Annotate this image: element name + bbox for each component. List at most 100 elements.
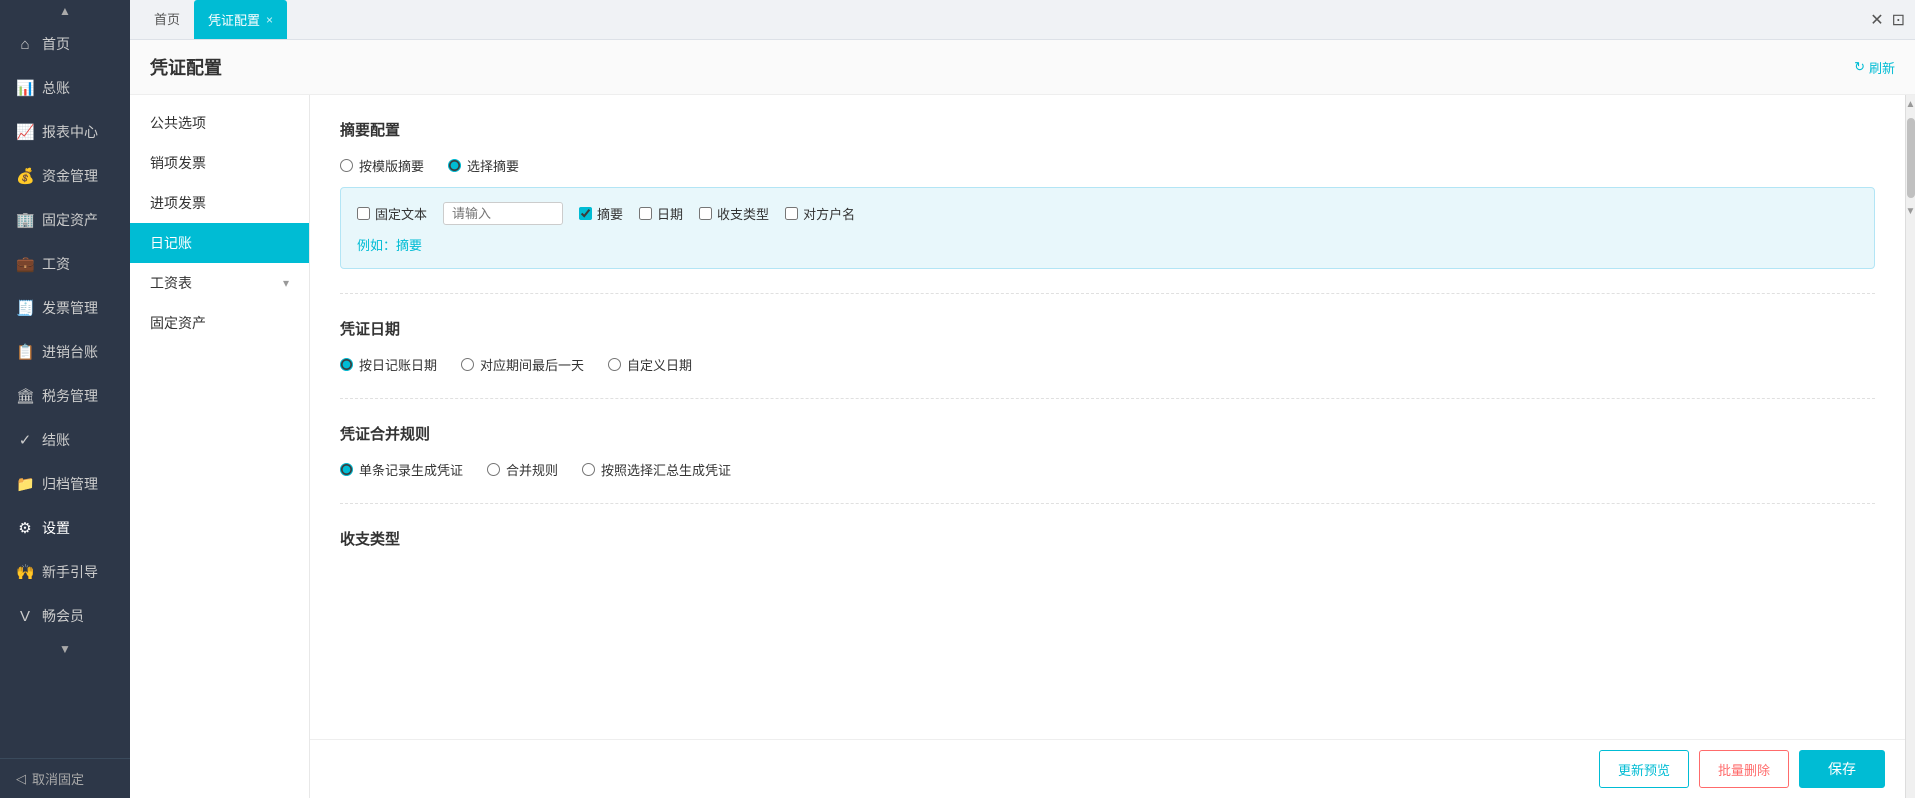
checkbox-fixed-text[interactable]: 固定文本 (357, 204, 427, 223)
checkbox-income-type[interactable]: 收支类型 (699, 204, 769, 223)
summary-config-box: 固定文本 摘要 日期 (340, 187, 1875, 269)
radio-select-mode[interactable]: 选择摘要 (448, 156, 519, 175)
ledger-icon: 📊 (16, 79, 34, 97)
income-type-input[interactable] (699, 207, 712, 220)
voucher-date-group: 按日记账日期 对应期间最后一天 自定义日期 (340, 355, 1875, 374)
archive-icon: 📁 (16, 475, 34, 493)
cancel-pin-button[interactable]: ◁ 取消固定 (0, 758, 130, 798)
page-title: 凭证配置 (150, 54, 222, 80)
batch-delete-button[interactable]: 批量删除 (1699, 750, 1789, 788)
summary-title: 摘要配置 (340, 119, 1875, 140)
sidebar-item-inout[interactable]: 📋 进销台账 (0, 330, 130, 374)
summary-mode-group: 按模版摘要 选择摘要 (340, 156, 1875, 175)
settle-icon: ✓ (16, 431, 34, 449)
nav-item-journal[interactable]: 日记账 (130, 223, 309, 263)
date-input[interactable] (639, 207, 652, 220)
voucher-date-section: 凭证日期 按日记账日期 对应期间最后一天 (340, 318, 1875, 399)
sidebar-item-reports[interactable]: 📈 报表中心 (0, 110, 130, 154)
summary-input[interactable] (579, 207, 592, 220)
summary-section: 摘要配置 按模版摘要 选择摘要 (340, 119, 1875, 294)
guide-icon: 🙌 (16, 563, 34, 581)
radio-journal-date[interactable]: 按日记账日期 (340, 355, 437, 374)
update-preview-button[interactable]: 更新预览 (1599, 750, 1689, 788)
radio-template-mode[interactable]: 按模版摘要 (340, 156, 424, 175)
invoice-icon: 🧾 (16, 299, 34, 317)
sidebar-item-settings[interactable]: ⚙ 设置 (0, 506, 130, 550)
checkbox-date[interactable]: 日期 (639, 204, 683, 223)
sidebar-item-ledger[interactable]: 📊 总账 (0, 66, 130, 110)
vip-icon: V (16, 608, 34, 625)
merge-rule-group: 单条记录生成凭证 合并规则 按照选择汇总生成凭证 (340, 460, 1875, 479)
summary-example: 例如：摘要 (357, 235, 1858, 254)
sidebar-item-salary[interactable]: 💼 工资 (0, 242, 130, 286)
radio-period-last-input[interactable] (461, 358, 474, 371)
tab-close-button[interactable]: × (266, 13, 273, 27)
sidebar-item-archive[interactable]: 📁 归档管理 (0, 462, 130, 506)
sidebar-item-funds[interactable]: 💰 资金管理 (0, 154, 130, 198)
inout-icon: 📋 (16, 343, 34, 361)
scrollbar: ▲ ▼ (1905, 95, 1915, 798)
tab-voucher-config[interactable]: 凭证配置 × (194, 0, 287, 39)
fixed-text-input[interactable] (357, 207, 370, 220)
income-type-title: 收支类型 (340, 528, 1875, 549)
sidebar: ▲ ⌂ 首页 📊 总账 📈 报表中心 💰 资金管理 🏢 固定资产 💼 工资 🧾 … (0, 0, 130, 798)
tab-bar-actions: ✕ ⊡ (1870, 10, 1905, 30)
radio-by-selection[interactable]: 按照选择汇总生成凭证 (582, 460, 731, 479)
main-area: 首页 凭证配置 × ✕ ⊡ 凭证配置 ↻ 刷新 公共选项 (130, 0, 1915, 798)
settings-icon: ⚙ (16, 519, 34, 537)
funds-icon: 💰 (16, 167, 34, 185)
salary-icon: 💼 (16, 255, 34, 273)
nav-item-public[interactable]: 公共选项 (130, 103, 309, 143)
radio-select-input[interactable] (448, 159, 461, 172)
checkbox-counterpart[interactable]: 对方户名 (785, 204, 855, 223)
right-content: 摘要配置 按模版摘要 选择摘要 (310, 95, 1905, 739)
reports-icon: 📈 (16, 123, 34, 141)
window-restore-icon[interactable]: ⊡ (1892, 10, 1905, 30)
chevron-down-icon: ▾ (283, 276, 289, 290)
radio-custom-date[interactable]: 自定义日期 (608, 355, 692, 374)
sidebar-scroll-down[interactable]: ▼ (0, 638, 130, 660)
sidebar-item-assets[interactable]: 🏢 固定资产 (0, 198, 130, 242)
radio-by-selection-input[interactable] (582, 463, 595, 476)
counterpart-input[interactable] (785, 207, 798, 220)
page-header: 凭证配置 ↻ 刷新 (130, 40, 1915, 95)
assets-icon: 🏢 (16, 211, 34, 229)
nav-item-payroll[interactable]: 工资表 ▾ (130, 263, 309, 303)
window-close-icon[interactable]: ✕ (1870, 10, 1883, 30)
tab-home[interactable]: 首页 (140, 0, 194, 39)
radio-template-input[interactable] (340, 159, 353, 172)
radio-journal-date-input[interactable] (340, 358, 353, 371)
sidebar-item-settle[interactable]: ✓ 结账 (0, 418, 130, 462)
tax-icon: 🏛 (16, 387, 34, 405)
refresh-button[interactable]: ↻ 刷新 (1854, 58, 1895, 77)
refresh-icon: ↻ (1854, 59, 1865, 75)
radio-single-input[interactable] (340, 463, 353, 476)
sidebar-item-invoice[interactable]: 🧾 发票管理 (0, 286, 130, 330)
voucher-date-title: 凭证日期 (340, 318, 1875, 339)
nav-item-fixed[interactable]: 固定资产 (130, 303, 309, 343)
nav-item-sales[interactable]: 销项发票 (130, 143, 309, 183)
merge-rule-section: 凭证合并规则 单条记录生成凭证 合并规则 (340, 423, 1875, 504)
fixed-text-field[interactable] (443, 202, 563, 225)
sidebar-scroll-up[interactable]: ▲ (0, 0, 130, 22)
sidebar-item-vip[interactable]: V 畅会员 (0, 594, 130, 638)
sidebar-item-home[interactable]: ⌂ 首页 (0, 22, 130, 66)
radio-single[interactable]: 单条记录生成凭证 (340, 460, 463, 479)
radio-merge-input[interactable] (487, 463, 500, 476)
radio-merge[interactable]: 合并规则 (487, 460, 558, 479)
scrollbar-thumb[interactable] (1907, 118, 1915, 198)
sidebar-item-tax[interactable]: 🏛 税务管理 (0, 374, 130, 418)
radio-custom-date-input[interactable] (608, 358, 621, 371)
income-type-section: 收支类型 (340, 528, 1875, 589)
page-container: 凭证配置 ↻ 刷新 公共选项 销项发票 进项发票 日记账 (130, 40, 1915, 798)
save-button[interactable]: 保存 (1799, 750, 1885, 788)
pin-icon: ◁ (16, 771, 26, 787)
tab-bar: 首页 凭证配置 × ✕ ⊡ (130, 0, 1915, 40)
content-layout: 公共选项 销项发票 进项发票 日记账 工资表 ▾ 固定资产 (130, 95, 1915, 798)
checkbox-summary[interactable]: 摘要 (579, 204, 623, 223)
radio-period-last[interactable]: 对应期间最后一天 (461, 355, 584, 374)
bottom-actions: 更新预览 批量删除 保存 (310, 739, 1905, 798)
nav-item-purchase[interactable]: 进项发票 (130, 183, 309, 223)
sidebar-item-guide[interactable]: 🙌 新手引导 (0, 550, 130, 594)
home-icon: ⌂ (16, 36, 34, 53)
